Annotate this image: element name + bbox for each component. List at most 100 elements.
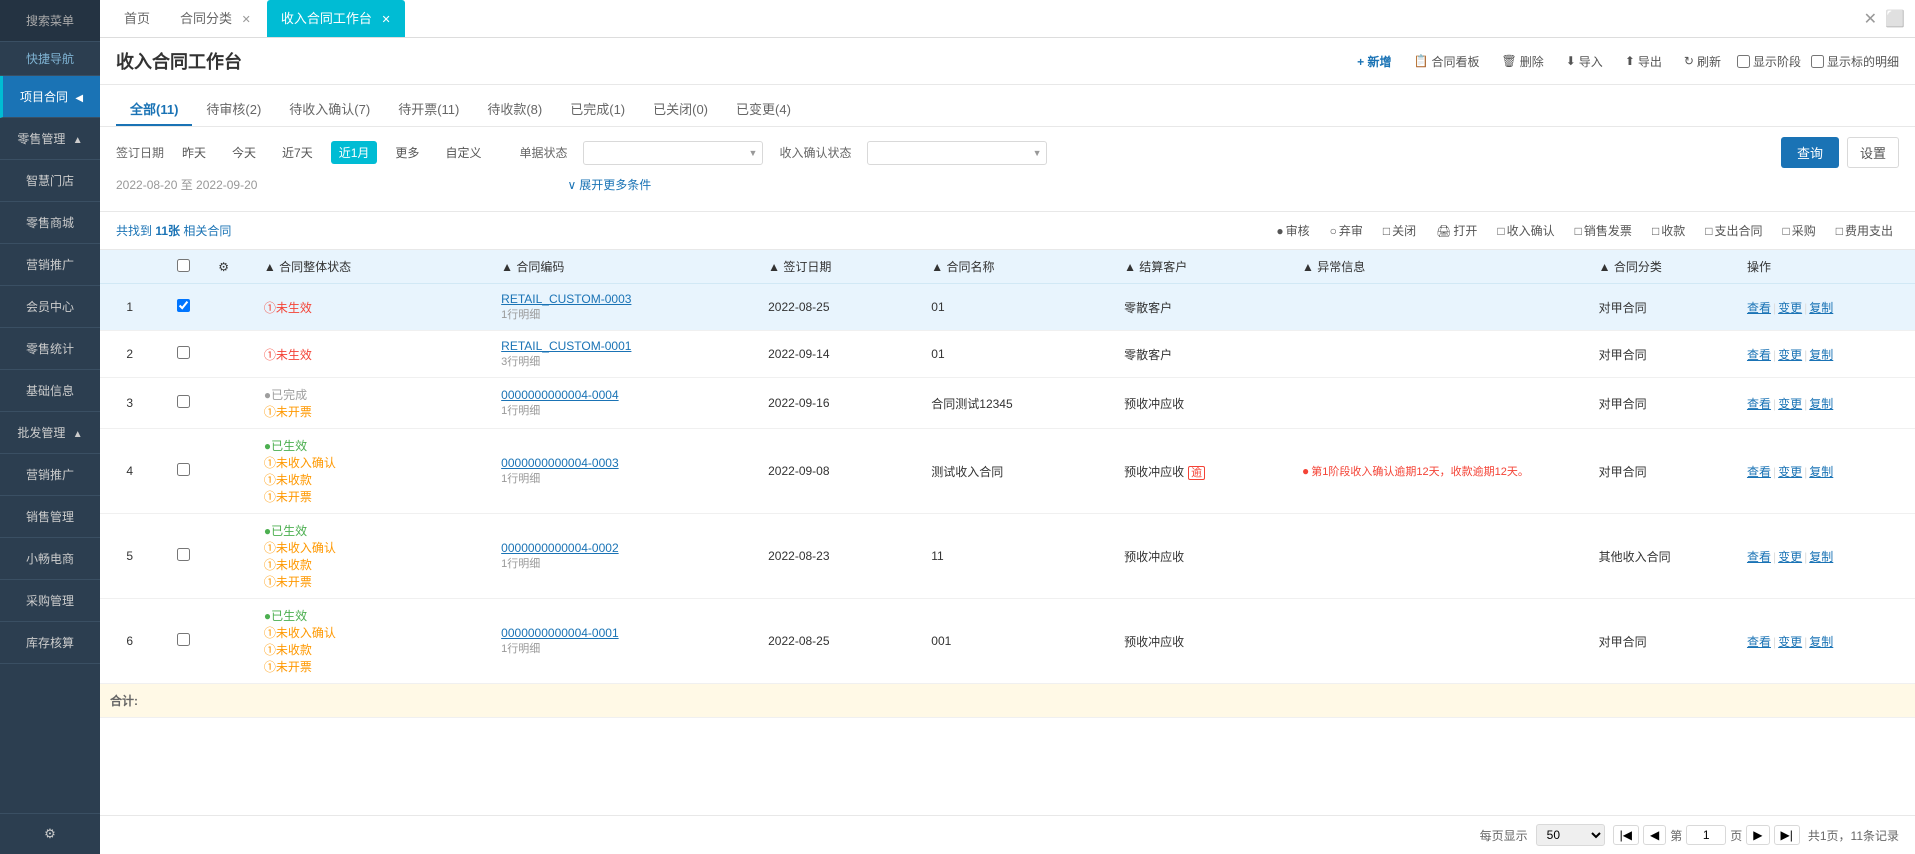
th-gear[interactable]: ⚙ bbox=[208, 250, 254, 284]
row-checkbox[interactable] bbox=[177, 395, 190, 408]
sub-tab-changed[interactable]: 已变更(4) bbox=[722, 93, 805, 126]
sidebar-item-purchase[interactable]: 采购管理 bbox=[0, 580, 100, 622]
tab-income-workbench[interactable]: 收入合同工作台 ✕ bbox=[267, 0, 405, 37]
date-btn-more[interactable]: 更多 bbox=[387, 141, 427, 164]
page-size-select[interactable]: 50 100 200 bbox=[1536, 824, 1605, 846]
sidebar-item-wholesale[interactable]: 批发管理 ▲ bbox=[0, 412, 100, 454]
sub-tab-pending-invoice[interactable]: 待开票(11) bbox=[384, 93, 473, 126]
row-checkbox[interactable] bbox=[177, 463, 190, 476]
sub-tab-all[interactable]: 全部(11) bbox=[116, 93, 192, 126]
cell-checkbox[interactable] bbox=[159, 514, 208, 599]
op-变更-link[interactable]: 变更 bbox=[1778, 465, 1802, 479]
show-fields-checkbox-label[interactable]: 显示阶段 bbox=[1737, 53, 1801, 70]
abandon-btn[interactable]: ○ 弃审 bbox=[1324, 220, 1369, 241]
expense-contract-btn[interactable]: □ 支出合同 bbox=[1699, 220, 1768, 241]
code-link[interactable]: 0000000000004-0004 bbox=[501, 388, 618, 402]
sidebar-item-mkt-promo[interactable]: 营销推广 bbox=[0, 454, 100, 496]
sidebar-quick-nav[interactable]: 快捷导航 bbox=[0, 42, 100, 76]
op-查看-link[interactable]: 查看 bbox=[1747, 465, 1771, 479]
op-变更-link[interactable]: 变更 bbox=[1778, 397, 1802, 411]
sidebar-item-basic-info[interactable]: 基础信息 bbox=[0, 370, 100, 412]
sidebar-item-retail[interactable]: 零售管理 ▲ bbox=[0, 118, 100, 160]
code-link[interactable]: 0000000000004-0003 bbox=[501, 456, 618, 470]
row-checkbox[interactable] bbox=[177, 548, 190, 561]
code-link[interactable]: RETAIL_CUSTOM-0003 bbox=[501, 292, 631, 306]
tab-close-contract-cat[interactable]: ✕ bbox=[242, 14, 251, 26]
tab-close-income-workbench[interactable]: ✕ bbox=[382, 14, 391, 26]
sub-tab-pending-confirm[interactable]: 待收入确认(7) bbox=[275, 93, 384, 126]
op-变更-link[interactable]: 变更 bbox=[1778, 348, 1802, 362]
show-detail-checkbox-label[interactable]: 显示标的明细 bbox=[1811, 53, 1899, 70]
op-变更-link[interactable]: 变更 bbox=[1778, 635, 1802, 649]
op-复制-link[interactable]: 复制 bbox=[1809, 550, 1833, 564]
gear-settings-icon[interactable]: ⚙ bbox=[218, 260, 229, 274]
purchase-btn[interactable]: □ 采购 bbox=[1776, 220, 1821, 241]
op-复制-link[interactable]: 复制 bbox=[1809, 465, 1833, 479]
op-复制-link[interactable]: 复制 bbox=[1809, 301, 1833, 315]
op-复制-link[interactable]: 复制 bbox=[1809, 397, 1833, 411]
close-btn[interactable]: □ 关闭 bbox=[1377, 220, 1422, 241]
show-detail-checkbox[interactable] bbox=[1811, 55, 1824, 68]
new-button[interactable]: + 新增 bbox=[1351, 50, 1397, 73]
page-input[interactable] bbox=[1686, 825, 1726, 845]
code-link[interactable]: RETAIL_CUSTOM-0001 bbox=[501, 339, 631, 353]
sidebar-item-member[interactable]: 会员中心 bbox=[0, 286, 100, 328]
contract-board-button[interactable]: 📋 合同看板 bbox=[1408, 50, 1486, 73]
import-button[interactable]: ⬇ 导入 bbox=[1560, 50, 1609, 73]
sidebar-settings[interactable]: ⚙ bbox=[0, 813, 100, 854]
op-查看-link[interactable]: 查看 bbox=[1747, 301, 1771, 315]
delete-button[interactable]: 🗑 删除 bbox=[1495, 50, 1549, 73]
expense-out-btn[interactable]: □ 费用支出 bbox=[1830, 220, 1899, 241]
sub-tab-closed[interactable]: 已关闭(0) bbox=[639, 93, 722, 126]
op-查看-link[interactable]: 查看 bbox=[1747, 397, 1771, 411]
op-复制-link[interactable]: 复制 bbox=[1809, 635, 1833, 649]
sidebar-item-marketing[interactable]: 营销推广 bbox=[0, 244, 100, 286]
date-btn-today[interactable]: 今天 bbox=[224, 141, 264, 164]
show-fields-checkbox[interactable] bbox=[1737, 55, 1750, 68]
date-btn-yesterday[interactable]: 昨天 bbox=[174, 141, 214, 164]
window-close-icon[interactable]: ✕ bbox=[1864, 9, 1877, 29]
sub-tab-pending-review[interactable]: 待审核(2) bbox=[192, 93, 275, 126]
page-first-btn[interactable]: |◀ bbox=[1613, 825, 1639, 845]
date-btn-custom[interactable]: 自定义 bbox=[437, 141, 489, 164]
refresh-button[interactable]: ↻ 刷新 bbox=[1678, 50, 1727, 73]
review-btn[interactable]: ● 审核 bbox=[1270, 220, 1315, 241]
sidebar-item-xiaochange[interactable]: 小畅电商 bbox=[0, 538, 100, 580]
sub-tab-done[interactable]: 已完成(1) bbox=[556, 93, 639, 126]
tab-contract-cat[interactable]: 合同分类 ✕ bbox=[166, 0, 265, 37]
sub-tab-pending-receipt[interactable]: 待收款(8) bbox=[473, 93, 556, 126]
op-查看-link[interactable]: 查看 bbox=[1747, 635, 1771, 649]
receipt-btn[interactable]: □ 收款 bbox=[1646, 220, 1691, 241]
code-link[interactable]: 0000000000004-0002 bbox=[501, 541, 618, 555]
page-prev-btn[interactable]: ◀ bbox=[1643, 825, 1666, 845]
doc-status-select[interactable] bbox=[583, 141, 763, 165]
expand-more-btn[interactable]: ∨ 展开更多条件 bbox=[567, 176, 651, 193]
sales-invoice-btn[interactable]: □ 销售发票 bbox=[1569, 220, 1638, 241]
row-checkbox[interactable] bbox=[177, 633, 190, 646]
op-变更-link[interactable]: 变更 bbox=[1778, 301, 1802, 315]
cell-checkbox[interactable] bbox=[159, 599, 208, 684]
op-查看-link[interactable]: 查看 bbox=[1747, 348, 1771, 362]
confirm-status-select[interactable] bbox=[867, 141, 1047, 165]
select-all-checkbox[interactable] bbox=[177, 259, 190, 272]
table-scroll-area[interactable]: ⚙ ▲ 合同整体状态 ▲ 合同编码 ▲ 签订日期 ▲ 合同名称 bbox=[100, 250, 1915, 815]
cell-checkbox[interactable] bbox=[159, 378, 208, 429]
code-link[interactable]: 0000000000004-0001 bbox=[501, 626, 618, 640]
sidebar-item-sales-mgr[interactable]: 销售管理 bbox=[0, 496, 100, 538]
page-next-btn[interactable]: ▶ bbox=[1746, 825, 1769, 845]
cell-checkbox[interactable] bbox=[159, 284, 208, 331]
setting-button[interactable]: 设置 bbox=[1847, 137, 1899, 168]
sidebar-item-project[interactable]: 项目合同 ◀ bbox=[0, 76, 100, 118]
op-复制-link[interactable]: 复制 bbox=[1809, 348, 1833, 362]
date-btn-1month[interactable]: 近1月 bbox=[331, 141, 378, 164]
window-restore-icon[interactable]: ⬜ bbox=[1885, 9, 1905, 29]
page-last-btn[interactable]: ▶| bbox=[1774, 825, 1800, 845]
sidebar-item-retail-stat[interactable]: 零售统计 bbox=[0, 328, 100, 370]
cell-checkbox[interactable] bbox=[159, 331, 208, 378]
query-button[interactable]: 查询 bbox=[1781, 137, 1839, 168]
income-confirm-btn[interactable]: □ 收入确认 bbox=[1491, 220, 1560, 241]
sidebar-item-inventory[interactable]: 库存核算 bbox=[0, 622, 100, 664]
op-查看-link[interactable]: 查看 bbox=[1747, 550, 1771, 564]
sidebar-item-online-store[interactable]: 零售商城 bbox=[0, 202, 100, 244]
export-button[interactable]: ⬆ 导出 bbox=[1619, 50, 1668, 73]
